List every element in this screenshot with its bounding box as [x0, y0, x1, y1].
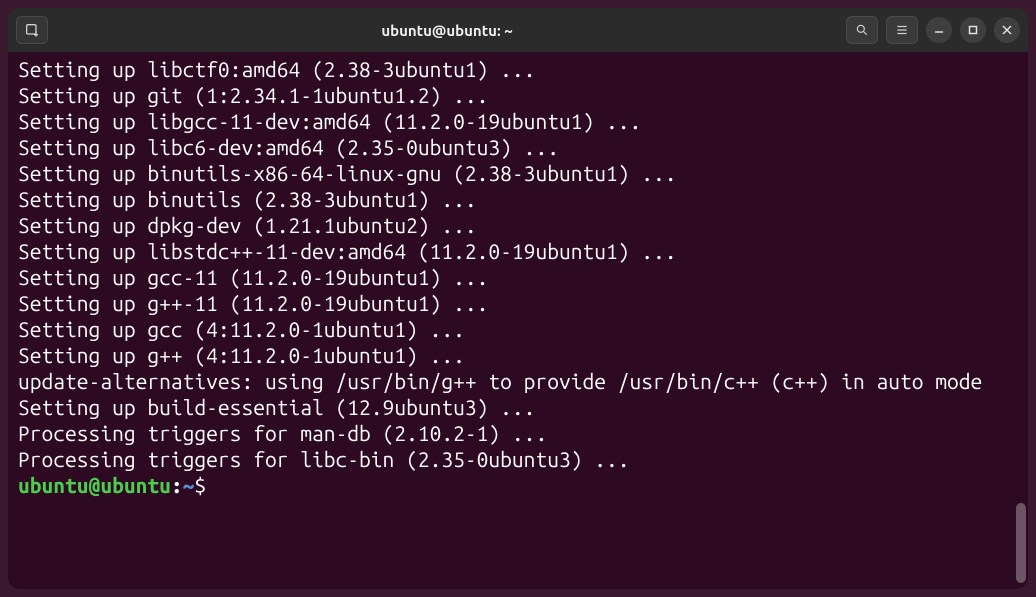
window-title: ubuntu@ubuntu: ~ — [56, 22, 838, 39]
maximize-button[interactable] — [960, 17, 986, 43]
minimize-button[interactable] — [926, 17, 952, 43]
minimize-icon — [934, 25, 944, 35]
titlebar: ubuntu@ubuntu: ~ — [8, 8, 1028, 52]
scrollbar-track[interactable] — [1014, 52, 1026, 587]
close-icon — [1002, 25, 1012, 35]
new-tab-icon — [24, 22, 40, 38]
terminal-body[interactable]: Setting up libctf0:amd64 (2.38-3ubuntu1)… — [8, 52, 1028, 589]
scrollbar-thumb[interactable] — [1016, 503, 1026, 583]
new-tab-button[interactable] — [16, 16, 48, 44]
search-button[interactable] — [846, 16, 878, 44]
terminal-output: Setting up libctf0:amd64 (2.38-3ubuntu1)… — [18, 57, 982, 471]
prompt-colon: : — [171, 473, 183, 497]
titlebar-right — [846, 16, 1020, 44]
maximize-icon — [968, 25, 978, 35]
menu-button[interactable] — [886, 16, 918, 44]
search-icon — [855, 23, 869, 37]
prompt-dollar: $ — [194, 473, 218, 497]
prompt-line: ubuntu@ubuntu:~$ — [18, 472, 1018, 498]
prompt-user-host: ubuntu@ubuntu — [18, 473, 171, 497]
close-button[interactable] — [994, 17, 1020, 43]
hamburger-icon — [895, 23, 909, 37]
prompt-path: ~ — [183, 473, 195, 497]
titlebar-left — [16, 16, 48, 44]
terminal-window: ubuntu@ubuntu: ~ — [8, 8, 1028, 589]
